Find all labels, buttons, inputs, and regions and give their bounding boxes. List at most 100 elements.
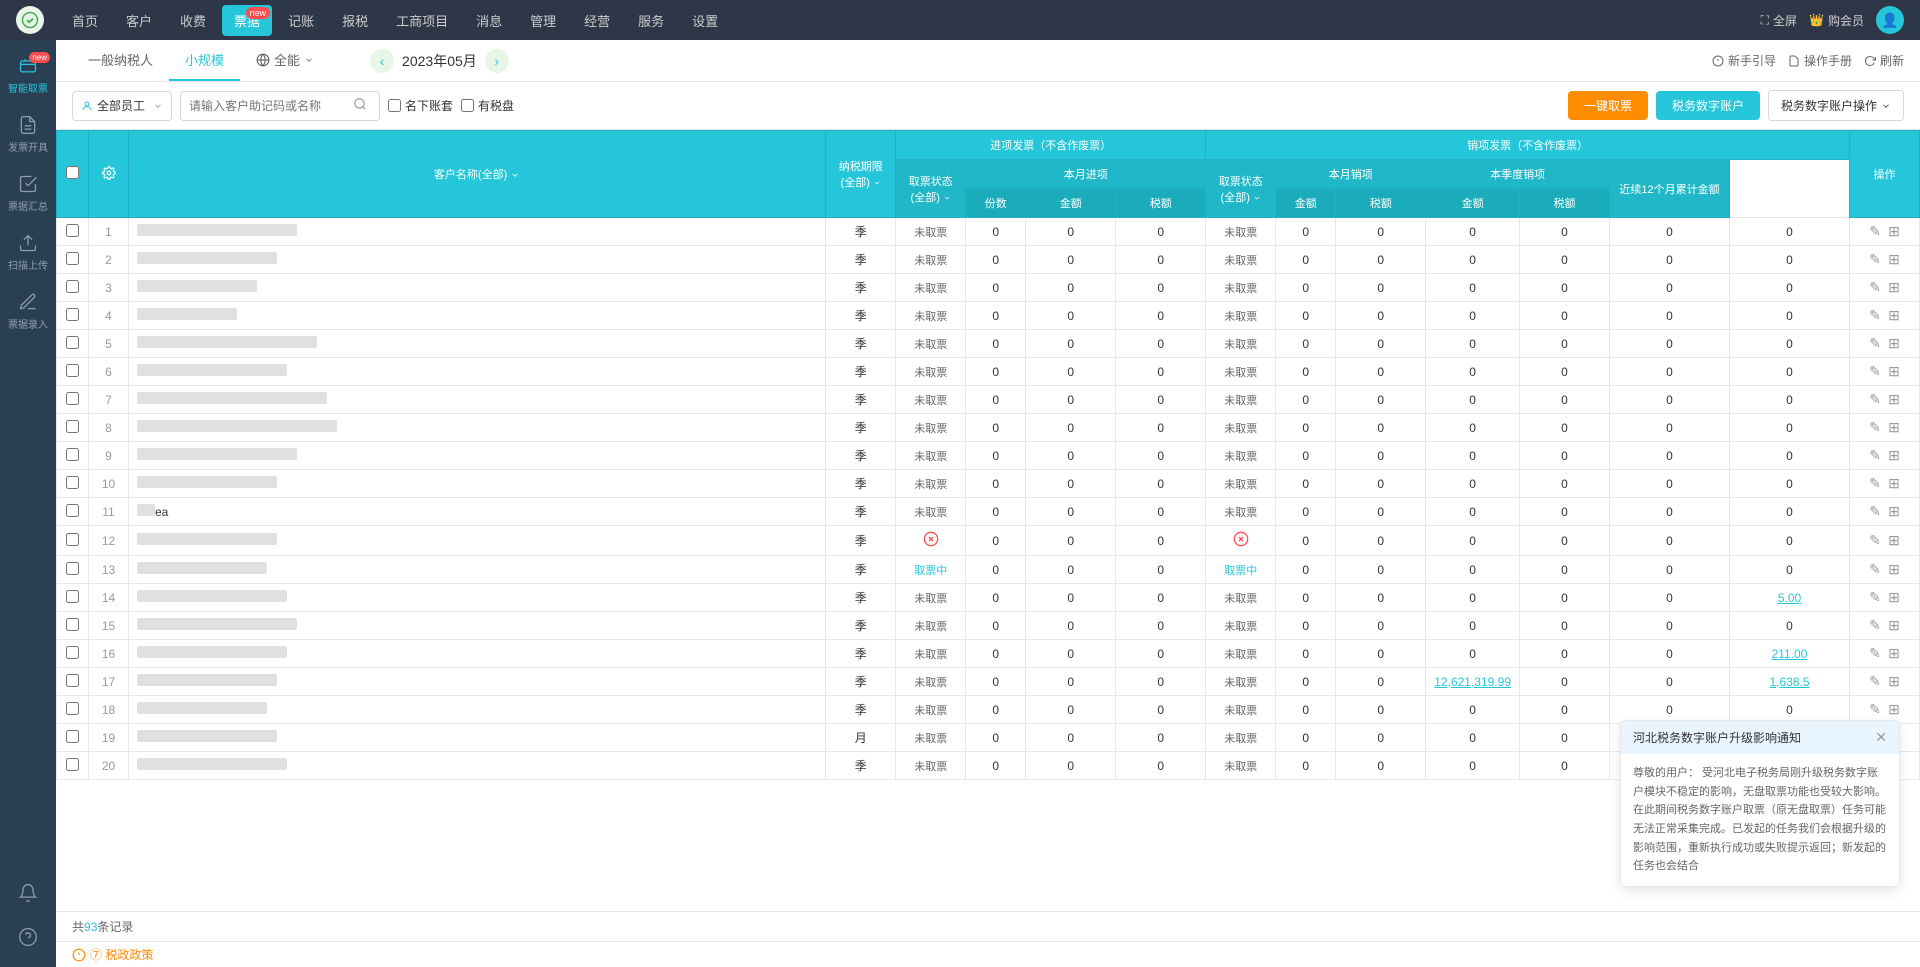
tax-digital-operations-btn[interactable]: 税务数字账户操作 <box>1768 90 1904 121</box>
row-checkbox[interactable] <box>66 533 79 546</box>
prev-month-btn[interactable]: ‹ <box>370 49 394 73</box>
row-edit-btn[interactable]: ✎ <box>1867 645 1883 662</box>
row-detail-btn[interactable]: ⊞ <box>1886 223 1902 240</box>
sidebar-item-scan-upload[interactable]: 扫描上传 <box>4 225 52 280</box>
row-edit-btn[interactable]: ✎ <box>1867 447 1883 464</box>
search-button[interactable] <box>349 97 371 114</box>
row-detail-btn[interactable]: ⊞ <box>1886 363 1902 380</box>
row-checkbox[interactable] <box>66 392 79 405</box>
tax-policy-bar[interactable]: ⑦ 税政政策 <box>56 941 1920 967</box>
nav-operation[interactable]: 经营 <box>572 5 622 36</box>
sidebar-item-summary[interactable]: 票据汇总 <box>4 166 52 221</box>
row-detail-btn[interactable]: ⊞ <box>1886 419 1902 436</box>
sidebar-item-smart-ticket[interactable]: 智能取票 new <box>4 48 52 103</box>
nav-customer[interactable]: 客户 <box>114 5 164 36</box>
row-edit-btn[interactable]: ✎ <box>1867 335 1883 352</box>
row-checkbox[interactable] <box>66 308 79 321</box>
row-edit-btn[interactable]: ✎ <box>1867 475 1883 492</box>
nav-message[interactable]: 消息 <box>464 5 514 36</box>
sidebar-bell[interactable] <box>4 875 52 911</box>
row-checkbox[interactable] <box>66 504 79 517</box>
refresh-btn[interactable]: 刷新 <box>1864 52 1904 69</box>
row-checkbox[interactable] <box>66 758 79 771</box>
row-edit-btn[interactable]: ✎ <box>1867 307 1883 324</box>
next-month-btn[interactable]: › <box>485 49 509 73</box>
member-btn[interactable]: 👑 购会员 <box>1809 12 1864 29</box>
sidebar-help[interactable] <box>4 919 52 955</box>
row-edit-btn[interactable]: ✎ <box>1867 532 1883 549</box>
row-detail-btn[interactable]: ⊞ <box>1886 589 1902 606</box>
row-detail-btn[interactable]: ⊞ <box>1886 475 1902 492</box>
row-checkbox[interactable] <box>66 476 79 489</box>
row-edit-btn[interactable]: ✎ <box>1867 363 1883 380</box>
manual-btn[interactable]: 操作手册 <box>1788 52 1852 69</box>
row-checkbox[interactable] <box>66 730 79 743</box>
tax-digital-account-btn[interactable]: 税务数字账户 <box>1656 91 1760 120</box>
row-checkbox[interactable] <box>66 224 79 237</box>
row-detail-btn[interactable]: ⊞ <box>1886 307 1902 324</box>
row-detail-btn[interactable]: ⊞ <box>1886 503 1902 520</box>
tab-all-capable[interactable]: 全能 <box>240 40 330 81</box>
row-checkbox[interactable] <box>66 618 79 631</box>
new-guide-btn[interactable]: 新手引导 <box>1712 52 1776 69</box>
fullscreen-btn[interactable]: ⛶ 全屏 <box>1761 12 1797 29</box>
checkbox-account-set-input[interactable] <box>388 99 401 112</box>
row-detail-btn[interactable]: ⊞ <box>1886 251 1902 268</box>
row-edit-btn[interactable]: ✎ <box>1867 701 1883 718</box>
checkbox-tax-disk[interactable]: 有税盘 <box>461 97 514 114</box>
row-edit-btn[interactable]: ✎ <box>1867 419 1883 436</box>
nav-billing[interactable]: 收费 <box>168 5 218 36</box>
row-checkbox[interactable] <box>66 674 79 687</box>
row-checkbox[interactable] <box>66 252 79 265</box>
nav-invoice[interactable]: 票据 new <box>222 5 272 36</box>
checkbox-account-set[interactable]: 名下账套 <box>388 97 453 114</box>
row-edit-btn[interactable]: ✎ <box>1867 279 1883 296</box>
nav-service[interactable]: 服务 <box>626 5 676 36</box>
row-out-count-cell: 0 <box>1276 556 1336 584</box>
row-checkbox[interactable] <box>66 280 79 293</box>
row-detail-btn[interactable]: ⊞ <box>1886 391 1902 408</box>
row-edit-btn[interactable]: ✎ <box>1867 673 1883 690</box>
user-avatar[interactable]: 👤 <box>1876 6 1904 34</box>
notification-close-btn[interactable]: ✕ <box>1875 729 1887 746</box>
row-edit-btn[interactable]: ✎ <box>1867 223 1883 240</box>
checkbox-tax-disk-input[interactable] <box>461 99 474 112</box>
select-all-checkbox[interactable] <box>66 166 79 179</box>
nav-accounting[interactable]: 记账 <box>276 5 326 36</box>
row-checkbox[interactable] <box>66 420 79 433</box>
row-detail-btn[interactable]: ⊞ <box>1886 701 1902 718</box>
search-input[interactable] <box>189 99 349 113</box>
row-detail-btn[interactable]: ⊞ <box>1886 617 1902 634</box>
row-checkbox[interactable] <box>66 646 79 659</box>
row-detail-btn[interactable]: ⊞ <box>1886 561 1902 578</box>
row-checkbox[interactable] <box>66 702 79 715</box>
tab-small-scale[interactable]: 小规模 <box>169 40 240 81</box>
row-edit-btn[interactable]: ✎ <box>1867 589 1883 606</box>
nav-settings[interactable]: 设置 <box>680 5 730 36</box>
employee-select[interactable]: 全部员工 <box>72 91 172 121</box>
row-checkbox[interactable] <box>66 562 79 575</box>
row-detail-btn[interactable]: ⊞ <box>1886 532 1902 549</box>
nav-manage[interactable]: 管理 <box>518 5 568 36</box>
one-click-fetch-btn[interactable]: 一键取票 <box>1568 91 1648 120</box>
nav-home[interactable]: 首页 <box>60 5 110 36</box>
nav-tax[interactable]: 报税 <box>330 5 380 36</box>
sidebar-item-open-invoice[interactable]: 发票开具 <box>4 107 52 162</box>
row-detail-btn[interactable]: ⊞ <box>1886 673 1902 690</box>
row-edit-btn[interactable]: ✎ <box>1867 617 1883 634</box>
row-edit-btn[interactable]: ✎ <box>1867 503 1883 520</box>
row-edit-btn[interactable]: ✎ <box>1867 561 1883 578</box>
row-checkbox[interactable] <box>66 336 79 349</box>
row-detail-btn[interactable]: ⊞ <box>1886 335 1902 352</box>
tab-general-taxpayer[interactable]: 一般纳税人 <box>72 40 169 81</box>
row-checkbox[interactable] <box>66 590 79 603</box>
row-edit-btn[interactable]: ✎ <box>1867 391 1883 408</box>
row-detail-btn[interactable]: ⊞ <box>1886 279 1902 296</box>
row-detail-btn[interactable]: ⊞ <box>1886 447 1902 464</box>
nav-business[interactable]: 工商项目 <box>384 5 460 36</box>
row-checkbox[interactable] <box>66 448 79 461</box>
row-detail-btn[interactable]: ⊞ <box>1886 645 1902 662</box>
row-checkbox[interactable] <box>66 364 79 377</box>
row-edit-btn[interactable]: ✎ <box>1867 251 1883 268</box>
sidebar-item-entry[interactable]: 票据录入 <box>4 284 52 339</box>
